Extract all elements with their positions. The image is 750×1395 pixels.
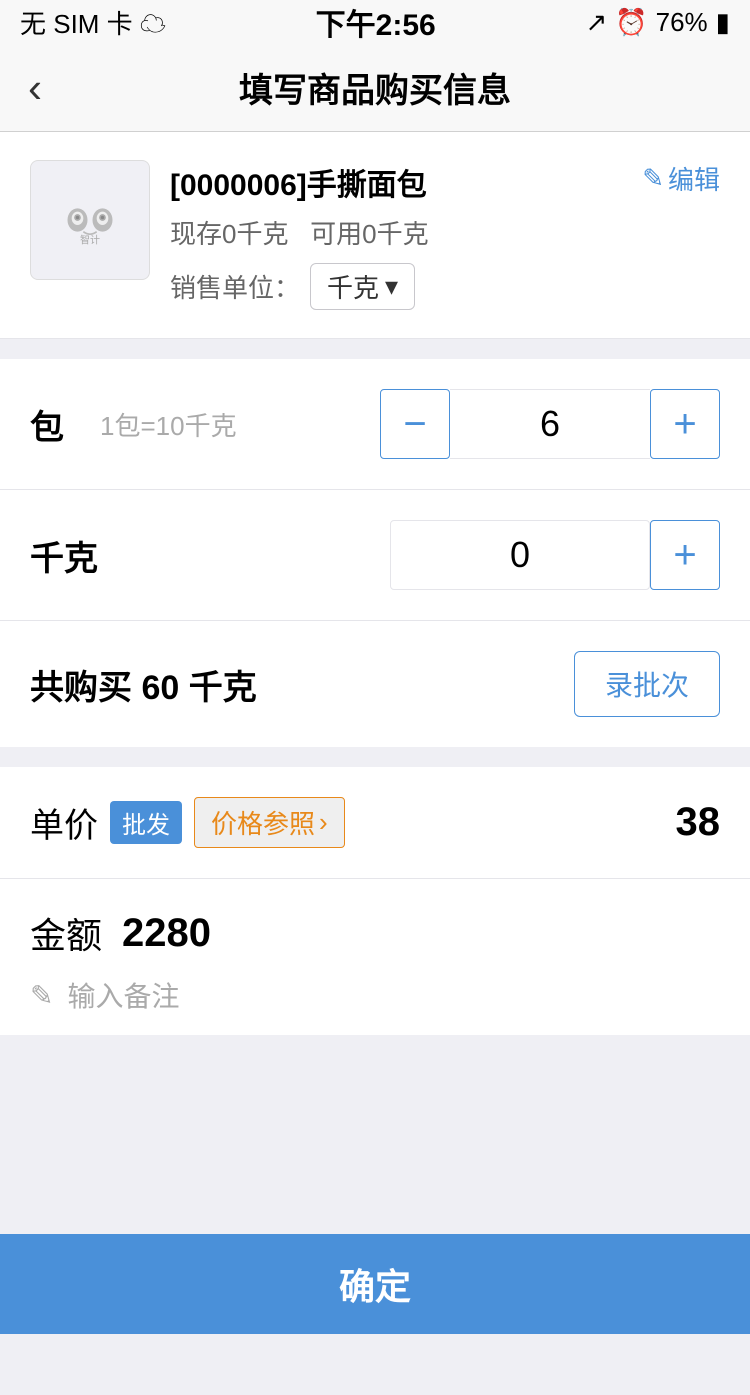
confirm-bar[interactable]: 确定 xyxy=(0,1234,750,1334)
product-info: [0000006]手撕面包 ✎ 编辑 现存0千克 可用0千克 销售单位： 千克 … xyxy=(170,160,720,310)
bao-hint: 1包=10千克 xyxy=(100,406,380,443)
kg-plus-button[interactable]: + xyxy=(650,520,720,590)
amount-row: 金额 2280 xyxy=(30,907,720,959)
content-bottom xyxy=(0,1035,750,1395)
product-card: 智计 [0000006]手撕面包 ✎ 编辑 现存0千克 可用0千克 销售单位： … xyxy=(0,132,750,339)
amount-label: 金额 xyxy=(30,907,102,959)
sim-status: 无 SIM 卡 ☁ xyxy=(20,4,166,41)
bao-minus-button[interactable]: − xyxy=(380,389,450,459)
battery-level: 76% xyxy=(656,7,708,38)
status-time: 下午2:56 xyxy=(316,0,436,44)
divider-1 xyxy=(0,339,750,359)
status-right: ↗ ⏰ 76% ▮ xyxy=(585,7,730,38)
divider-2 xyxy=(0,747,750,767)
status-bar: 无 SIM 卡 ☁ 下午2:56 ↗ ⏰ 76% ▮ xyxy=(0,0,750,44)
summary-row: 共购买 60 千克 录批次 xyxy=(0,621,750,747)
price-type-tag: 批发 xyxy=(110,801,182,844)
kg-quantity-input[interactable] xyxy=(390,520,650,590)
amount-value: 2280 xyxy=(122,911,211,956)
quantity-section: 包 1包=10千克 − + 千克 + 共购买 60 千克 录批次 xyxy=(0,359,750,747)
battery-icon: ▮ xyxy=(716,7,730,38)
confirm-button[interactable]: 确定 xyxy=(339,1258,411,1310)
bao-quantity-control: − + xyxy=(380,389,720,459)
product-unit-row: 销售单位： 千克 ▾ xyxy=(170,263,720,310)
amount-section: 金额 2280 ✎ 输入备注 xyxy=(0,879,750,1035)
product-name: [0000006]手撕面包 xyxy=(170,160,427,204)
back-button[interactable]: ‹ xyxy=(28,64,42,112)
summary-text: 共购买 60 千克 xyxy=(30,660,257,709)
nav-bar: ‹ 填写商品购买信息 xyxy=(0,44,750,132)
status-left: 无 SIM 卡 ☁ xyxy=(20,4,166,41)
bao-label: 包 xyxy=(30,400,90,449)
price-ref-button[interactable]: 价格参照 › xyxy=(194,797,345,848)
unit-dropdown[interactable]: 千克 ▾ xyxy=(310,263,415,310)
edit-button[interactable]: ✎ 编辑 xyxy=(642,160,720,197)
pencil-icon: ✎ xyxy=(30,979,53,1012)
bao-quantity-input[interactable] xyxy=(450,389,650,459)
product-name-row: [0000006]手撕面包 ✎ 编辑 xyxy=(170,160,720,204)
kg-quantity-row: 千克 + xyxy=(0,490,750,621)
page-title: 填写商品购买信息 xyxy=(239,63,511,112)
product-thumbnail-icon: 智计 xyxy=(55,195,125,245)
batch-button[interactable]: 录批次 xyxy=(574,651,720,717)
location-icon: ↗ xyxy=(585,7,607,38)
alarm-icon: ⏰ xyxy=(615,7,647,38)
price-value: 38 xyxy=(676,800,721,845)
product-image: 智计 xyxy=(30,160,150,280)
product-stock: 现存0千克 可用0千克 xyxy=(170,214,720,251)
note-row[interactable]: ✎ 输入备注 xyxy=(30,975,720,1015)
kg-label: 千克 xyxy=(30,531,98,580)
price-label: 单价 xyxy=(30,798,98,847)
bao-quantity-row: 包 1包=10千克 − + xyxy=(0,359,750,490)
kg-quantity-control: + xyxy=(390,520,720,590)
edit-icon: ✎ xyxy=(642,163,664,194)
note-placeholder: 输入备注 xyxy=(67,975,179,1015)
price-section: 单价 批发 价格参照 › 38 xyxy=(0,767,750,879)
bao-plus-button[interactable]: + xyxy=(650,389,720,459)
svg-text:智计: 智计 xyxy=(80,233,100,245)
